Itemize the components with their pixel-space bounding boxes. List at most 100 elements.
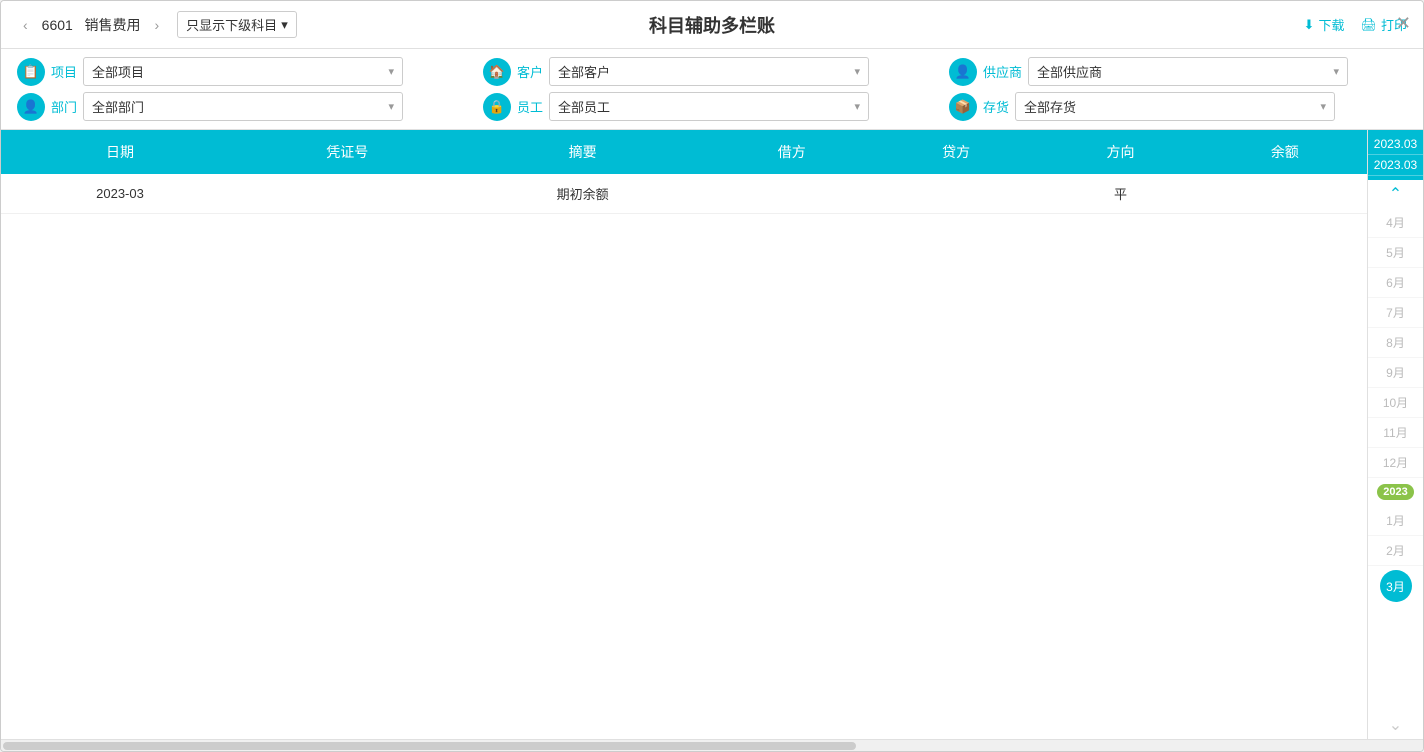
horizontal-scrollbar[interactable] [1,739,1423,751]
close-button[interactable]: ✕ [1396,13,1411,34]
timeline-month-3月[interactable]: 3月 [1380,570,1412,602]
supplier-arrow-icon: ▾ [1333,65,1339,78]
cell-date: 2023-03 [1,174,239,214]
inventory-value: 全部存货 [1024,97,1076,116]
timeline-scroll-up-button[interactable]: ⌃ [1368,180,1423,208]
supplier-label: 供应商 [983,62,1022,81]
filter-row-1: 📋 项目 全部项目 ▾ 🏠 客户 全部客户 ▾ 👤 供应商 全部供应 [17,57,1407,86]
cell-debit [710,174,874,214]
cell-voucher [239,174,456,214]
timeline-scroll-down-button[interactable]: ⌄ [1368,711,1423,739]
chevron-down-icon: ⌄ [1389,715,1402,735]
customer-label: 客户 [517,62,543,81]
download-button[interactable]: ⬇ 下载 [1304,15,1345,34]
employee-arrow-icon: ▾ [854,100,860,113]
timeline-month-12月[interactable]: 12月 [1368,448,1423,478]
customer-arrow-icon: ▾ [854,65,860,78]
title-bar: ‹ 6601 销售费用 › 只显示下级科目 ▾ 科目辅助多栏账 ⬇ 下载 🖨 打… [1,1,1423,49]
filter-supplier: 👤 供应商 全部供应商 ▾ [949,57,1407,86]
department-icon: 👤 [17,93,45,121]
nav-area: ‹ 6601 销售费用 › 只显示下级科目 ▾ [17,11,297,38]
employee-value: 全部员工 [558,97,610,116]
inventory-icon: 📦 [949,93,977,121]
timeline-month-11月[interactable]: 11月 [1368,418,1423,448]
timeline-month-2月[interactable]: 2月 [1368,536,1423,566]
prev-account-button[interactable]: ‹ [17,15,34,35]
customer-select[interactable]: 全部客户 ▾ [549,57,869,86]
timeline-month-8月[interactable]: 8月 [1368,328,1423,358]
timeline-month-7月[interactable]: 7月 [1368,298,1423,328]
project-label: 项目 [51,62,77,81]
filter-label: 只显示下级科目 [186,15,277,34]
filter-department: 👤 部门 全部部门 ▾ [17,92,475,121]
timeline-header-1: 2023.03 [1368,155,1423,176]
col-direction: 方向 [1038,130,1202,174]
next-account-button[interactable]: › [149,15,166,35]
download-label: 下载 [1318,15,1344,34]
department-select[interactable]: 全部部门 ▾ [83,92,403,121]
col-summary: 摘要 [456,130,710,174]
timeline-month-6月[interactable]: 6月 [1368,268,1423,298]
supplier-value: 全部供应商 [1037,62,1102,81]
filter-customer: 🏠 客户 全部客户 ▾ [483,57,941,86]
inventory-label: 存货 [983,97,1009,116]
print-icon: 🖨 [1360,17,1377,33]
filter-employee: 🔒 员工 全部员工 ▾ [483,92,941,121]
col-voucher: 凭证号 [239,130,456,174]
department-arrow-icon: ▾ [388,100,394,113]
supplier-icon: 👤 [949,58,977,86]
ledger-table: 日期 凭证号 摘要 借方 贷方 方向 余额 2023-03 期初余额 平 [1,130,1367,214]
cell-balance [1203,174,1367,214]
employee-label: 员工 [517,97,543,116]
department-label: 部门 [51,97,77,116]
timeline-active-wrapper[interactable]: 3月 [1368,566,1423,606]
department-value: 全部部门 [92,97,144,116]
col-date: 日期 [1,130,239,174]
timeline-month-1月[interactable]: 1月 [1368,506,1423,536]
year-badge-label: 2023 [1377,484,1413,500]
year-badge: 2023 [1368,478,1423,506]
table-header-row: 日期 凭证号 摘要 借方 贷方 方向 余额 [1,130,1367,174]
cell-direction: 平 [1038,174,1202,214]
chevron-up-icon: ⌃ [1389,184,1402,204]
supplier-select[interactable]: 全部供应商 ▾ [1028,57,1348,86]
employee-select[interactable]: 全部员工 ▾ [549,92,869,121]
inventory-select[interactable]: 全部存货 ▾ [1015,92,1335,121]
inventory-arrow-icon: ▾ [1320,100,1326,113]
project-value: 全部项目 [92,62,144,81]
table-row[interactable]: 2023-03 期初余额 平 [1,174,1367,214]
table-area: 日期 凭证号 摘要 借方 贷方 方向 余额 2023-03 期初余额 平 2023.… [1,130,1423,739]
project-select[interactable]: 全部项目 ▾ [83,57,403,86]
account-code-value: 6601 [42,17,73,33]
table-container[interactable]: 日期 凭证号 摘要 借方 贷方 方向 余额 2023-03 期初余额 平 [1,130,1367,739]
timeline-month-10月[interactable]: 10月 [1368,388,1423,418]
timeline-header-0: 2023.03 [1368,134,1423,155]
project-arrow-icon: ▾ [388,65,394,78]
account-name-value: 销售费用 [85,17,141,33]
chevron-down-icon: ▾ [281,17,288,33]
filter-inventory: 📦 存货 全部存货 ▾ [949,92,1407,121]
scrollbar-thumb[interactable] [3,742,856,750]
timeline-panel: 2023.03 2023.03 ⌃ 4月5月6月7月8月9月10月11月12月 2… [1367,130,1423,739]
col-debit: 借方 [710,130,874,174]
project-icon: 📋 [17,58,45,86]
main-window: ‹ 6601 销售费用 › 只显示下级科目 ▾ 科目辅助多栏账 ⬇ 下载 🖨 打… [0,0,1424,752]
show-sub-accounts-dropdown[interactable]: 只显示下级科目 ▾ [177,11,297,38]
download-icon: ⬇ [1304,17,1315,33]
cell-summary: 期初余额 [456,174,710,214]
timeline-month-9月[interactable]: 9月 [1368,358,1423,388]
employee-icon: 🔒 [483,93,511,121]
timeline-month-5月[interactable]: 5月 [1368,238,1423,268]
customer-value: 全部客户 [558,62,610,81]
customer-icon: 🏠 [483,58,511,86]
col-balance: 余额 [1203,130,1367,174]
filter-project: 📋 项目 全部项目 ▾ [17,57,475,86]
page-title: 科目辅助多栏账 [649,12,775,38]
filter-row-2: 👤 部门 全部部门 ▾ 🔒 员工 全部员工 ▾ 📦 存货 全部存货 [17,92,1407,121]
col-credit: 贷方 [874,130,1038,174]
timeline-header: 2023.03 2023.03 [1368,130,1423,180]
timeline-month-4月[interactable]: 4月 [1368,208,1423,238]
cell-credit [874,174,1038,214]
timeline-items: 4月5月6月7月8月9月10月11月12月 2023 1月2月 3月 [1368,208,1423,711]
account-code: 6601 销售费用 [42,15,141,35]
